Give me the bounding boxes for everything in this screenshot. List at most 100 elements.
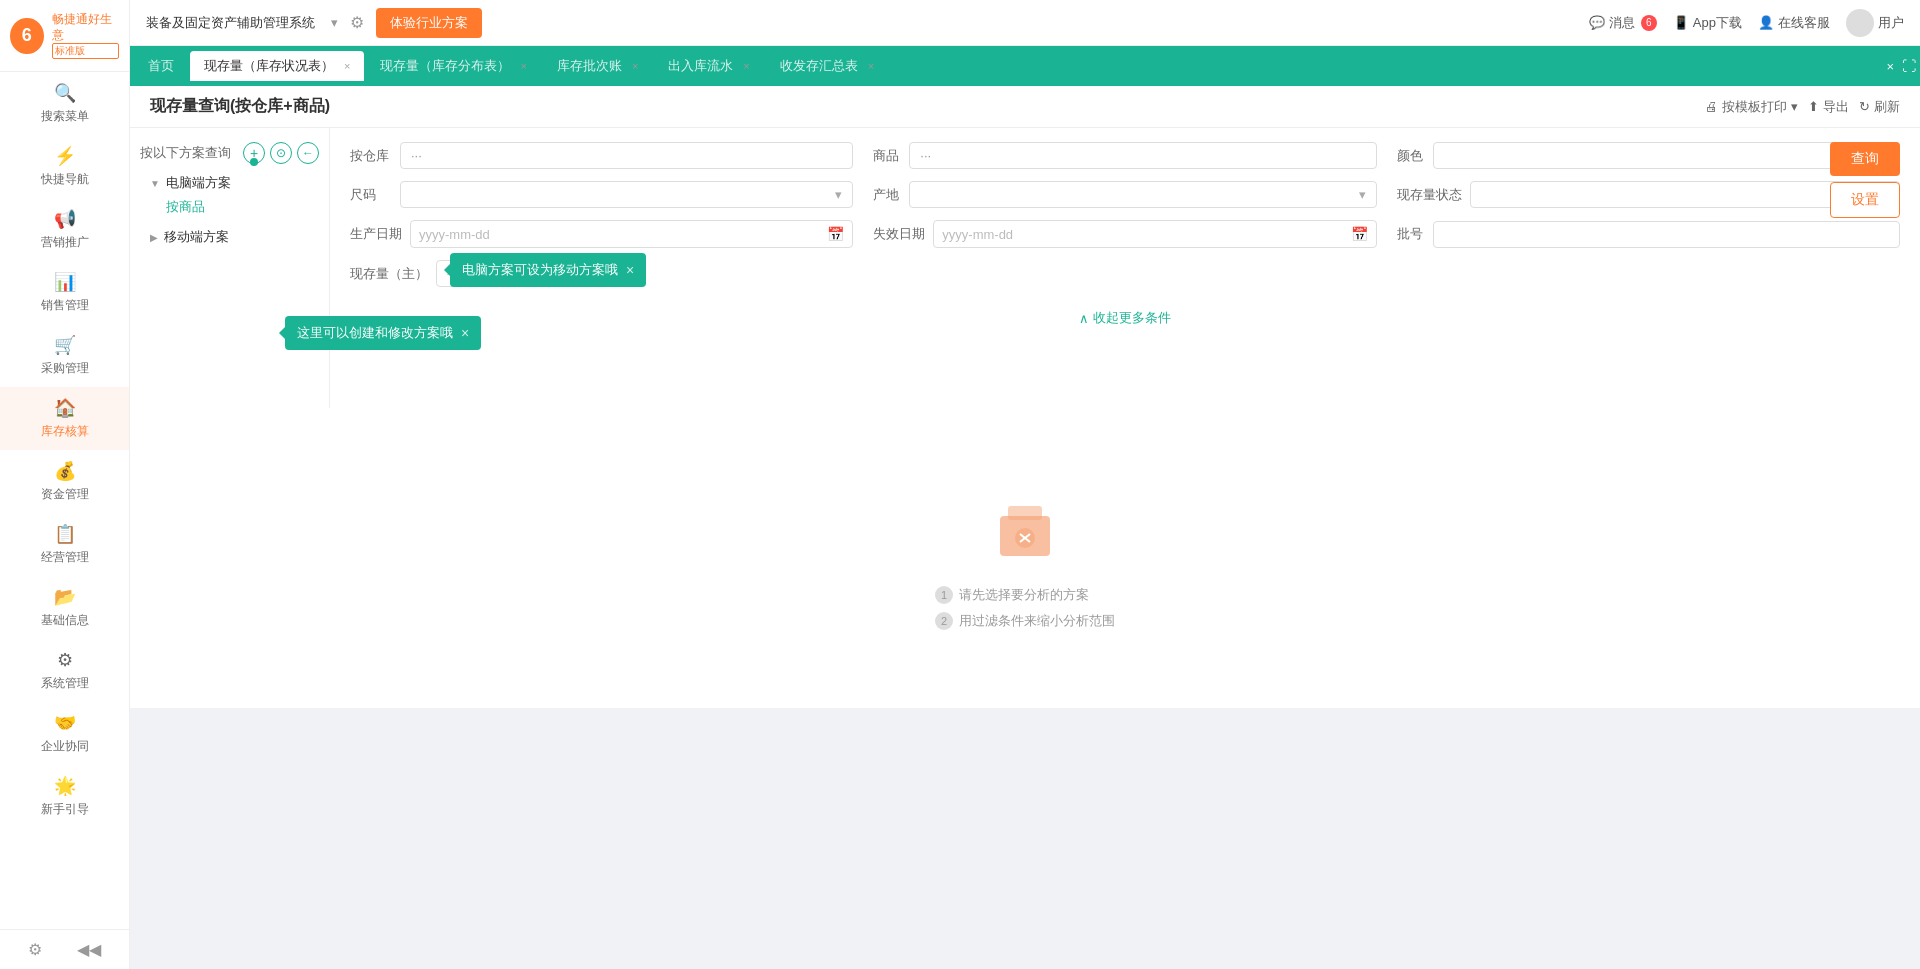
- sidebar-item-guide[interactable]: 🌟 新手引导: [0, 765, 129, 828]
- tab-summary[interactable]: 收发存汇总表 ×: [766, 51, 888, 81]
- collapse-label: 收起更多条件: [1093, 309, 1171, 327]
- sidebar-collapse-btn[interactable]: ◀◀: [77, 940, 101, 959]
- tab-batch-account[interactable]: 库存批次账 ×: [543, 51, 652, 81]
- tab-inventory-status[interactable]: 现存量（库存状况表） ×: [190, 51, 364, 81]
- origin-arrow-icon: ▾: [1359, 187, 1366, 202]
- sidebar-item-guide-label: 新手引导: [41, 801, 89, 818]
- production-date-calendar-icon[interactable]: 📅: [827, 226, 844, 242]
- user-avatar: [1846, 9, 1874, 37]
- export-btn[interactable]: ⬆ 导出: [1808, 98, 1849, 116]
- sidebar-item-enterprise[interactable]: 🤝 企业协同: [0, 702, 129, 765]
- app-download-btn[interactable]: 📱 App下载: [1673, 14, 1742, 32]
- page-header: 现存量查询(按仓库+商品) 🖨 按模板打印 ▾ ⬆ 导出 ↻ 刷新: [130, 86, 1920, 128]
- sidebar-item-search[interactable]: 🔍 搜索菜单: [0, 72, 129, 135]
- user-btn[interactable]: 用户: [1846, 9, 1904, 37]
- expiry-date-input[interactable]: yyyy-mm-dd 📅: [933, 220, 1376, 248]
- origin-label: 产地: [873, 186, 901, 204]
- tabbar-end: × ⛶: [1886, 58, 1916, 74]
- tabbar-fullscreen-icon[interactable]: ⛶: [1902, 58, 1916, 74]
- goods-input[interactable]: ···: [909, 142, 1376, 169]
- sidebar-item-purchase[interactable]: 🛒 采购管理: [0, 324, 129, 387]
- tooltip-edit-close-btn[interactable]: ×: [461, 325, 469, 341]
- sidebar-item-sales[interactable]: 📊 销售管理: [0, 261, 129, 324]
- goods-label: 商品: [873, 147, 901, 165]
- tooltip-edit-text: 这里可以创建和修改方案哦: [297, 324, 453, 342]
- scheme-pc-label: 电脑端方案: [166, 174, 231, 192]
- origin-field: 产地 ▾: [873, 181, 1376, 208]
- sidebar-item-basic[interactable]: 📂 基础信息: [0, 576, 129, 639]
- refresh-icon: ↻: [1859, 99, 1870, 114]
- tooltip-scheme-close-btn[interactable]: ×: [626, 262, 634, 278]
- export-icon: ⬆: [1808, 99, 1819, 114]
- copy-scheme-btn[interactable]: ⊙: [270, 142, 292, 164]
- sidebar-item-finance[interactable]: 💰 资金管理: [0, 450, 129, 513]
- refresh-btn[interactable]: ↻ 刷新: [1859, 98, 1900, 116]
- tab-inout-flow-label: 出入库流水: [668, 57, 733, 75]
- message-icon: 💬: [1589, 15, 1605, 30]
- tooltip-edit: 这里可以创建和修改方案哦 ×: [285, 316, 481, 350]
- print-btn[interactable]: 🖨 按模板打印 ▾: [1705, 98, 1798, 116]
- tab-home-label: 首页: [148, 57, 174, 75]
- sidebar-item-quicknav[interactable]: ⚡ 快捷导航: [0, 135, 129, 198]
- sidebar-item-marketing[interactable]: 📢 营销推广: [0, 198, 129, 261]
- warehouse-input[interactable]: ···: [400, 142, 853, 169]
- marketing-icon: 📢: [54, 208, 76, 230]
- production-date-input[interactable]: yyyy-mm-dd 📅: [410, 220, 853, 248]
- scheme-item-mobile[interactable]: ▶ 移动端方案: [150, 228, 319, 246]
- tooltip-edit-arrow: [279, 327, 285, 339]
- sidebar-settings-btn[interactable]: ⚙: [28, 940, 42, 959]
- inventory-status-field: 现存量状态 ▾: [1397, 181, 1900, 208]
- tab-batch-account-close-icon[interactable]: ×: [632, 60, 638, 72]
- goods-dots: ···: [920, 148, 931, 163]
- system-icon: ⚙: [57, 649, 73, 671]
- sidebar-item-operations[interactable]: 📋 经营管理: [0, 513, 129, 576]
- system-name-arrow-icon: ▾: [331, 15, 338, 30]
- sidebar-item-sales-label: 销售管理: [41, 297, 89, 314]
- logo-tag: 标准版: [52, 43, 119, 59]
- warehouse-dots: ···: [411, 148, 422, 163]
- sidebar-item-system-label: 系统管理: [41, 675, 89, 692]
- tab-batch-account-label: 库存批次账: [557, 57, 622, 75]
- size-select[interactable]: ▾: [400, 181, 853, 208]
- sidebar-item-system[interactable]: ⚙ 系统管理: [0, 639, 129, 702]
- sidebar-item-enterprise-label: 企业协同: [41, 738, 89, 755]
- scheme-panel-header: 按以下方案查询 + ⊙ ←: [140, 142, 319, 164]
- reset-btn[interactable]: 设置: [1830, 182, 1900, 218]
- expiry-date-label: 失效日期: [873, 225, 925, 243]
- collapse-bar[interactable]: ∧ 收起更多条件: [350, 299, 1900, 337]
- topbar-right: 💬 消息 6 📱 App下载 👤 在线客服 用户: [1589, 9, 1904, 37]
- filter-row-1: 按仓库 ··· 商品 ···: [350, 142, 1900, 169]
- tab-inout-flow-close-icon[interactable]: ×: [743, 60, 749, 72]
- tab-inventory-dist-label: 现存量（库存分布表）: [380, 57, 510, 75]
- scheme-subitem[interactable]: 按商品: [166, 198, 319, 216]
- tab-inventory-dist[interactable]: 现存量（库存分布表） ×: [366, 51, 540, 81]
- inventory-status-label: 现存量状态: [1397, 186, 1462, 204]
- tabbar-close-icon[interactable]: ×: [1886, 59, 1894, 74]
- origin-select[interactable]: ▾: [909, 181, 1376, 208]
- online-service-btn[interactable]: 👤 在线客服: [1758, 14, 1830, 32]
- back-btn[interactable]: ←: [297, 142, 319, 164]
- scheme-pc-sub: 按商品: [150, 198, 319, 216]
- scheme-item-pc[interactable]: ▼ 电脑端方案: [150, 174, 319, 192]
- sidebar-item-inventory[interactable]: 🏠 库存核算: [0, 387, 129, 450]
- topbar: 装备及固定资产辅助管理系统 ▾ ⚙ 体验行业方案 💬 消息 6 📱 App下载 …: [130, 0, 1920, 46]
- scheme-pc-arrow-icon: ▼: [150, 178, 160, 189]
- tab-inout-flow[interactable]: 出入库流水 ×: [654, 51, 763, 81]
- query-btn[interactable]: 查询: [1830, 142, 1900, 176]
- tab-summary-close-icon[interactable]: ×: [868, 60, 874, 72]
- print-label: 按模板打印: [1722, 98, 1787, 116]
- batch-input[interactable]: [1433, 221, 1900, 248]
- batch-label: 批号: [1397, 225, 1425, 243]
- empty-state: 1 请先选择要分析的方案 2 用过滤条件来缩小分析范围: [935, 486, 1115, 630]
- message-btn[interactable]: 💬 消息 6: [1589, 14, 1657, 32]
- topbar-settings-btn[interactable]: ⚙: [350, 13, 364, 32]
- industry-btn[interactable]: 体验行业方案: [376, 8, 482, 38]
- tab-home[interactable]: 首页: [134, 51, 188, 81]
- expiry-date-calendar-icon[interactable]: 📅: [1351, 226, 1368, 242]
- sidebar-item-operations-label: 经营管理: [41, 549, 89, 566]
- online-service-label: 在线客服: [1778, 14, 1830, 32]
- main-content: 装备及固定资产辅助管理系统 ▾ ⚙ 体验行业方案 💬 消息 6 📱 App下载 …: [130, 0, 1920, 969]
- sidebar-nav: 🔍 搜索菜单 ⚡ 快捷导航 📢 营销推广 📊 销售管理 🛒 采购管理 🏠: [0, 72, 129, 929]
- tab-inventory-dist-close-icon[interactable]: ×: [520, 60, 526, 72]
- tab-inventory-status-close-icon[interactable]: ×: [344, 60, 350, 72]
